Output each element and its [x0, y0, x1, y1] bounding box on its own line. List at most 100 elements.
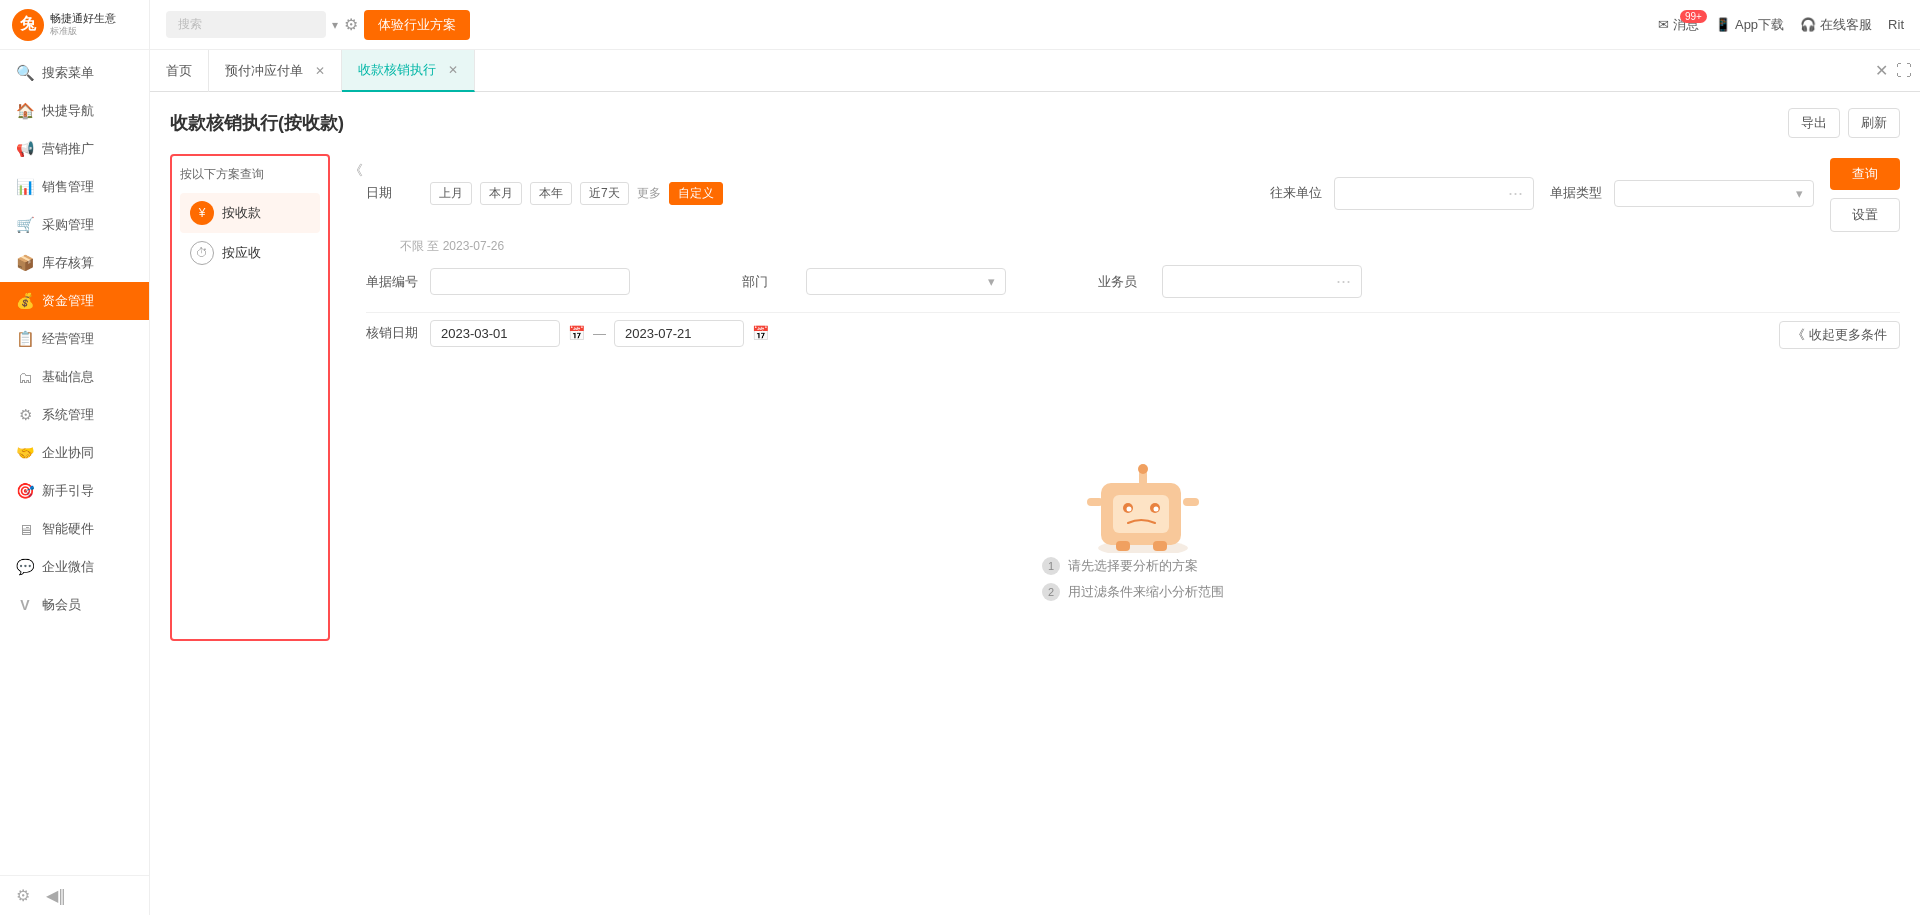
- sidebar: 兔 畅捷通好生意 标准版 🔍 搜索菜单 🏠 快捷导航 📢 营销推广 📊 销售管理…: [0, 0, 150, 915]
- staff-select[interactable]: ···: [1162, 265, 1362, 298]
- export-btn[interactable]: 导出: [1788, 108, 1840, 138]
- filter-doctype-field: 单据类型 ▾: [1550, 180, 1814, 207]
- tab-verify-close[interactable]: ✕: [448, 63, 458, 77]
- verify-date-start-input[interactable]: [430, 320, 560, 347]
- app-label: App下载: [1735, 16, 1784, 34]
- date-more-btn[interactable]: 更多: [637, 185, 661, 202]
- header-service[interactable]: 🎧 在线客服: [1800, 16, 1872, 34]
- collapse-sidebar-icon[interactable]: ◀‖: [46, 886, 66, 905]
- counterparty-select[interactable]: ···: [1334, 177, 1534, 210]
- verify-date-start-cal-icon[interactable]: 📅: [568, 325, 585, 341]
- sidebar-label-finance: 资金管理: [42, 292, 94, 310]
- query-item-receipt-label: 按收款: [222, 204, 261, 222]
- header-dropdown-icon[interactable]: ▾: [332, 18, 338, 32]
- sidebar-item-quicknav[interactable]: 🏠 快捷导航: [0, 92, 149, 130]
- date-btn-this-month[interactable]: 本月: [480, 182, 522, 205]
- receivable-icon: ⏱: [190, 241, 214, 265]
- user-label: Rit: [1888, 17, 1904, 32]
- svg-rect-9: [1087, 498, 1103, 506]
- doctype-select[interactable]: ▾: [1614, 180, 1814, 207]
- industry-btn[interactable]: 体验行业方案: [364, 10, 470, 40]
- sidebar-item-guide[interactable]: 🎯 新手引导: [0, 472, 149, 510]
- header-user[interactable]: Rit: [1888, 17, 1904, 32]
- more-conditions-btn[interactable]: 《 收起更多条件: [1779, 321, 1900, 349]
- sidebar-item-member[interactable]: V 畅会员: [0, 586, 149, 624]
- counterparty-label: 往来单位: [1270, 184, 1326, 202]
- settings-bottom-icon[interactable]: ⚙: [16, 886, 30, 905]
- query-item-by-receipt[interactable]: ¥ 按收款: [180, 193, 320, 233]
- header-app-download[interactable]: 📱 App下载: [1715, 16, 1784, 34]
- sidebar-item-business[interactable]: 📋 经营管理: [0, 320, 149, 358]
- sidebar-label-quicknav: 快捷导航: [42, 102, 94, 120]
- sidebar-item-wechat[interactable]: 💬 企业微信: [0, 548, 149, 586]
- refresh-btn[interactable]: 刷新: [1848, 108, 1900, 138]
- sidebar-label-business: 经营管理: [42, 330, 94, 348]
- hint-num-1: 1: [1042, 557, 1060, 575]
- sidebar-item-purchase[interactable]: 🛒 采购管理: [0, 206, 149, 244]
- sidebar-item-finance[interactable]: 💰 资金管理: [0, 282, 149, 320]
- tab-bar-actions: ✕ ⛶: [1875, 61, 1920, 80]
- sidebar-item-search[interactable]: 🔍 搜索菜单: [0, 54, 149, 92]
- settings-btn[interactable]: 设置: [1830, 198, 1900, 232]
- query-btn-group: 查询 设置: [1830, 158, 1900, 232]
- dept-select[interactable]: ▾: [806, 268, 1006, 295]
- header-gear-icon[interactable]: ⚙: [344, 15, 358, 34]
- filter-area: 日期 上月 本月 本年 近7天 更多 自定义: [366, 154, 1900, 641]
- sidebar-item-system[interactable]: ⚙ 系统管理: [0, 396, 149, 434]
- date-btn-7days[interactable]: 近7天: [580, 182, 629, 205]
- search-icon: 🔍: [16, 64, 34, 82]
- page-title: 收款核销执行(按收款): [170, 111, 344, 135]
- collapse-query-btn[interactable]: 《: [346, 162, 366, 180]
- header-search-box[interactable]: 搜索: [166, 11, 326, 38]
- tab-verify[interactable]: 收款核销执行 ✕: [342, 50, 475, 92]
- sidebar-label-sales: 销售管理: [42, 178, 94, 196]
- sidebar-item-hardware[interactable]: 🖥 智能硬件: [0, 510, 149, 548]
- empty-hints: 1 请先选择要分析的方案 2 用过滤条件来缩小分析范围: [1042, 557, 1224, 601]
- verify-date-end-input[interactable]: [614, 320, 744, 347]
- docno-input[interactable]: [430, 268, 630, 295]
- service-icon: 🎧: [1800, 17, 1816, 32]
- sidebar-item-inventory[interactable]: 📦 库存核算: [0, 244, 149, 282]
- svg-rect-2: [1113, 495, 1169, 533]
- business-icon: 📋: [16, 330, 34, 348]
- filter-row-3: 核销日期 📅 — 📅 《 收起更多条件: [366, 317, 1900, 349]
- sidebar-bottom: ⚙ ◀‖: [0, 875, 149, 915]
- purchase-icon: 🛒: [16, 216, 34, 234]
- dept-chevron-icon: ▾: [988, 274, 995, 289]
- hardware-icon: 🖥: [16, 521, 34, 538]
- sidebar-label-member: 畅会员: [42, 596, 81, 614]
- date-unlimit-text: 不限 至 2023-07-26: [400, 239, 504, 253]
- svg-point-5: [1127, 507, 1132, 512]
- empty-svg: [1083, 443, 1203, 553]
- tab-expand-icon[interactable]: ⛶: [1896, 62, 1912, 80]
- sidebar-item-basic[interactable]: 🗂 基础信息: [0, 358, 149, 396]
- sidebar-item-corp[interactable]: 🤝 企业协同: [0, 434, 149, 472]
- service-label: 在线客服: [1820, 16, 1872, 34]
- tab-home-label: 首页: [166, 62, 192, 80]
- date-btn-custom[interactable]: 自定义: [669, 182, 723, 205]
- doctype-chevron-icon: ▾: [1796, 186, 1803, 201]
- date-btn-this-year[interactable]: 本年: [530, 182, 572, 205]
- filter-row-1: 日期 上月 本月 本年 近7天 更多 自定义: [366, 154, 1900, 232]
- tab-prepay[interactable]: 预付冲应付单 ✕: [209, 50, 342, 92]
- doctype-label: 单据类型: [1550, 184, 1606, 202]
- verify-date-end-cal-icon[interactable]: 📅: [752, 325, 769, 341]
- tab-home[interactable]: 首页: [150, 50, 209, 92]
- sidebar-item-marketing[interactable]: 📢 营销推广: [0, 130, 149, 168]
- sidebar-label-guide: 新手引导: [42, 482, 94, 500]
- tab-close-all-icon[interactable]: ✕: [1875, 61, 1888, 80]
- query-item-by-receivable[interactable]: ⏱ 按应收: [180, 233, 320, 273]
- tab-prepay-close[interactable]: ✕: [315, 64, 325, 78]
- query-btn[interactable]: 查询: [1830, 158, 1900, 190]
- staff-dots-icon: ···: [1336, 271, 1351, 292]
- query-item-receivable-label: 按应收: [222, 244, 261, 262]
- date-separator: —: [593, 326, 606, 341]
- tab-verify-label: 收款核销执行: [358, 61, 436, 79]
- date-btn-last-month[interactable]: 上月: [430, 182, 472, 205]
- verify-date-group: 📅 — 📅: [430, 320, 769, 347]
- filter-row-2: 单据编号 部门 ▾ 业务员: [366, 265, 1900, 298]
- sidebar-item-sales[interactable]: 📊 销售管理: [0, 168, 149, 206]
- header-msg[interactable]: ✉ 消息 99+: [1658, 16, 1699, 34]
- wechat-icon: 💬: [16, 558, 34, 576]
- tab-bar: 首页 预付冲应付单 ✕ 收款核销执行 ✕ ✕ ⛶: [150, 50, 1920, 92]
